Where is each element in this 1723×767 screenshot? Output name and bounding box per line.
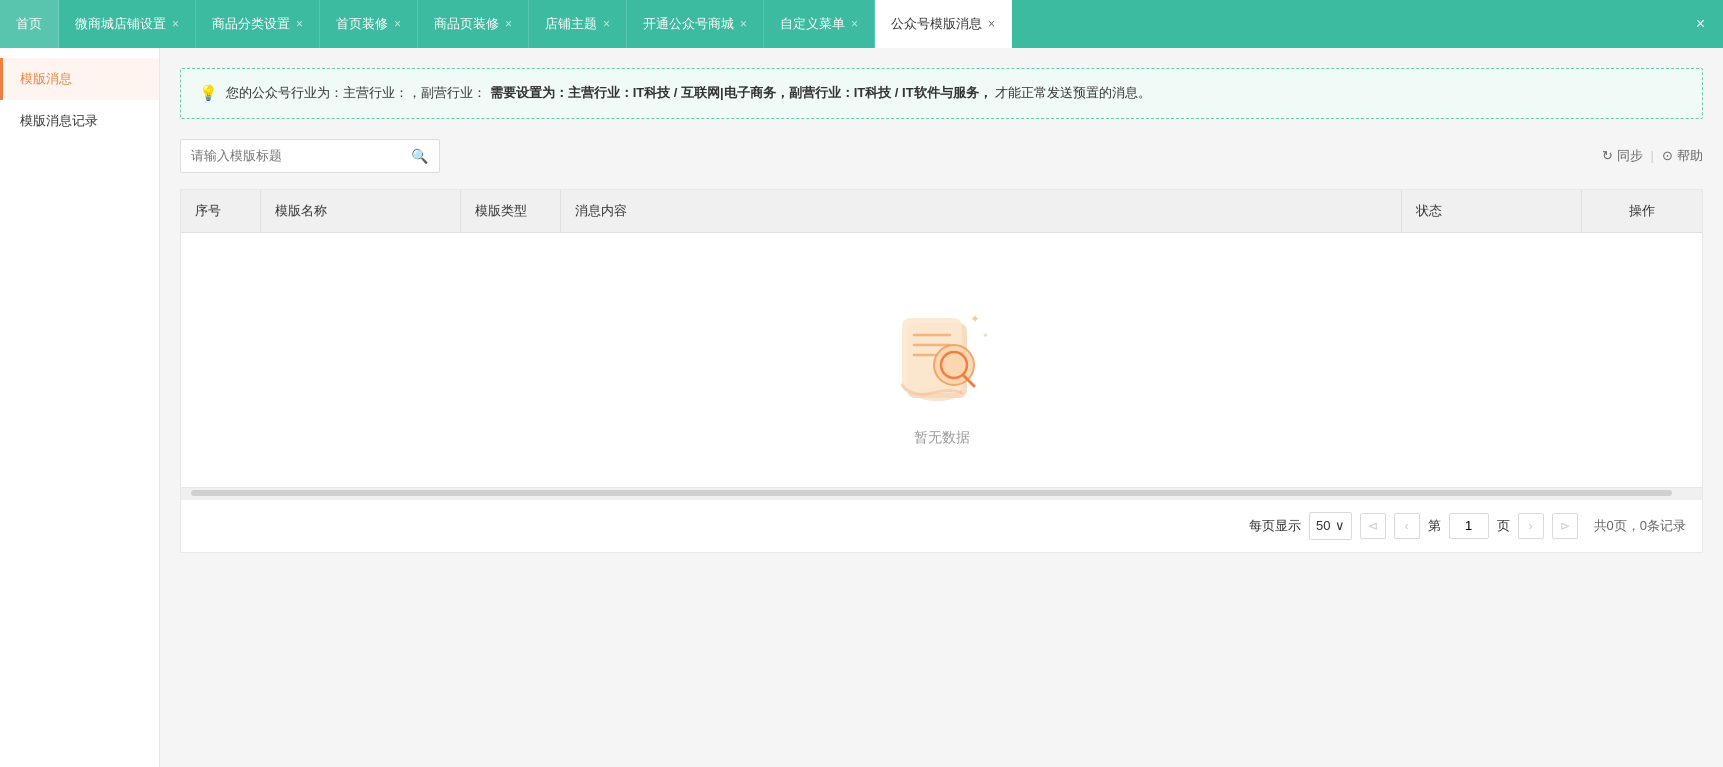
current-page-input[interactable] (1449, 513, 1489, 539)
nav-close-icon[interactable]: × (740, 17, 747, 31)
nav-item-store-theme[interactable]: 店铺主题 × (529, 0, 627, 48)
th-status: 状态 (1402, 190, 1582, 232)
divider: | (1651, 148, 1654, 163)
svg-text:✦: ✦ (970, 312, 980, 326)
search-input[interactable] (191, 148, 411, 163)
last-page-button[interactable]: ⊳ (1552, 513, 1578, 539)
nav-label: 公众号模版消息 (891, 15, 982, 33)
table-wrap: 序号 模版名称 模版类型 消息内容 状态 操作 (180, 189, 1703, 553)
help-icon: ⊙ (1662, 148, 1673, 163)
nav-close-icon[interactable]: × (851, 17, 858, 31)
nav-close-icon[interactable]: × (988, 17, 995, 31)
nav-label: 店铺主题 (545, 15, 597, 33)
pagination: 每页显示 50 ∨ ⊲ ‹ 第 页 › ⊳ 共0页，0条记录 (181, 499, 1702, 552)
notice-box: 💡 您的公众号行业为：主营行业：，副营行业： 需要设置为：主营行业：IT科技 /… (180, 68, 1703, 119)
nav-item-open-mall[interactable]: 开通公众号商城 × (627, 0, 764, 48)
total-info: 共0页，0条记录 (1594, 517, 1686, 535)
sidebar-item-template-msg-record[interactable]: 模版消息记录 (0, 100, 159, 142)
nav-item-product-page-decor[interactable]: 商品页装修 × (418, 0, 529, 48)
search-icon[interactable]: 🔍 (411, 148, 428, 164)
sync-icon: ↻ (1602, 148, 1613, 163)
empty-illustration: ✦ ✦ (882, 293, 1002, 413)
nav-close-icon[interactable]: × (296, 17, 303, 31)
th-content: 消息内容 (561, 190, 1402, 232)
nav-item-home-label: 首页 (16, 15, 42, 33)
page-size-label: 每页显示 (1249, 517, 1301, 535)
svg-text:✦: ✦ (982, 331, 989, 340)
nav-item-product-category[interactable]: 商品分类设置 × (196, 0, 320, 48)
sidebar-item-template-msg[interactable]: 模版消息 (0, 58, 159, 100)
nav-close-icon[interactable]: × (603, 17, 610, 31)
prev-page-button[interactable]: ‹ (1394, 513, 1420, 539)
chevron-down-icon: ∨ (1335, 518, 1345, 533)
empty-text: 暂无数据 (914, 429, 970, 447)
nav-item-homepage-decor[interactable]: 首页装修 × (320, 0, 418, 48)
nav-close-icon[interactable]: × (172, 17, 179, 31)
nav-label: 商品页装修 (434, 15, 499, 33)
sidebar: 模版消息 模版消息记录 (0, 48, 160, 767)
content-area: 💡 您的公众号行业为：主营行业：，副营行业： 需要设置为：主营行业：IT科技 /… (160, 48, 1723, 767)
nav-item-home[interactable]: 首页 (0, 0, 59, 48)
nav-label: 自定义菜单 (780, 15, 845, 33)
scrollbar-area[interactable] (181, 487, 1702, 499)
th-name: 模版名称 (261, 190, 461, 232)
notice-text: 您的公众号行业为：主营行业：，副营行业： 需要设置为：主营行业：IT科技 / 互… (226, 83, 1151, 104)
nav-label: 微商城店铺设置 (75, 15, 166, 33)
sync-button[interactable]: ↻ 同步 (1602, 147, 1643, 165)
nav-item-custom-menu[interactable]: 自定义菜单 × (764, 0, 875, 48)
scrollbar-track[interactable] (191, 490, 1672, 496)
search-input-wrap[interactable]: 🔍 (180, 139, 440, 173)
main-layout: 模版消息 模版消息记录 💡 您的公众号行业为：主营行业：，副营行业： 需要设置为… (0, 48, 1723, 767)
nav-item-micro-mall-settings[interactable]: 微商城店铺设置 × (59, 0, 196, 48)
search-bar: 🔍 ↻ 同步 | ⊙ 帮助 (180, 139, 1703, 173)
nav-label: 开通公众号商城 (643, 15, 734, 33)
top-nav: 首页 微商城店铺设置 × 商品分类设置 × 首页装修 × 商品页装修 × 店铺主… (0, 0, 1723, 48)
next-page-button[interactable]: › (1518, 513, 1544, 539)
close-all-button[interactable]: × (1678, 15, 1723, 33)
page-label: 页 (1497, 517, 1510, 535)
page-size-select[interactable]: 50 ∨ (1309, 512, 1351, 540)
empty-state: ✦ ✦ 暂无数据 (181, 233, 1702, 487)
notice-icon: 💡 (199, 84, 218, 102)
help-button[interactable]: ⊙ 帮助 (1662, 147, 1703, 165)
th-seq: 序号 (181, 190, 261, 232)
nav-label: 商品分类设置 (212, 15, 290, 33)
nav-close-icon[interactable]: × (505, 17, 512, 31)
page-prefix: 第 (1428, 517, 1441, 535)
table-header: 序号 模版名称 模版类型 消息内容 状态 操作 (181, 190, 1702, 233)
th-action: 操作 (1582, 190, 1702, 232)
nav-label: 首页装修 (336, 15, 388, 33)
nav-item-template-msg[interactable]: 公众号模版消息 × (875, 0, 1012, 48)
first-page-button[interactable]: ⊲ (1360, 513, 1386, 539)
toolbar-right: ↻ 同步 | ⊙ 帮助 (1602, 147, 1703, 165)
nav-close-icon[interactable]: × (394, 17, 401, 31)
th-type: 模版类型 (461, 190, 561, 232)
